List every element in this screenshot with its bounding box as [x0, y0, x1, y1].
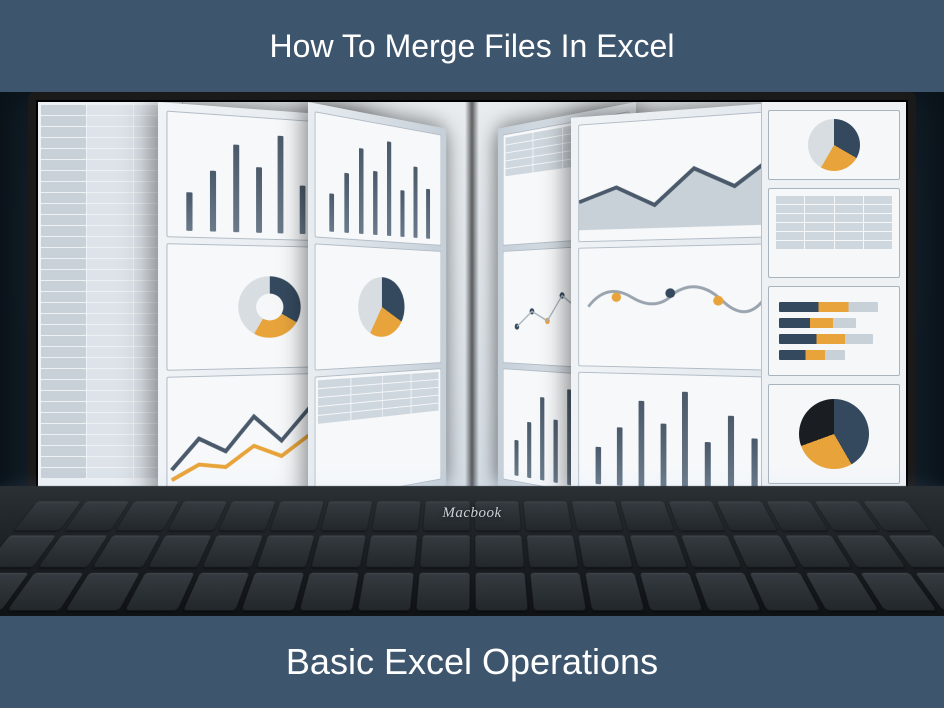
bar-chart-icon: [578, 371, 777, 503]
hero-illustration: Macbook: [0, 92, 944, 616]
stacked-bar-icon: [768, 286, 900, 376]
title-banner-top: How To Merge Files In Excel: [0, 0, 944, 92]
fold-panel-left-inner: [308, 102, 446, 512]
subtitle-text: Basic Excel Operations: [286, 641, 658, 683]
subtitle-banner-bottom: Basic Excel Operations: [0, 616, 944, 708]
area-chart-icon: [578, 111, 777, 243]
pie-chart-icon: [768, 384, 900, 484]
map-chart-icon: [578, 244, 777, 371]
right-spreadsheet-column: [761, 102, 906, 512]
data-grid-icon: [315, 368, 441, 503]
fold-panel-right-outer: [571, 102, 786, 512]
center-fold-seam: [465, 102, 479, 512]
device-logo: Macbook: [442, 505, 501, 522]
data-grid-icon: [768, 188, 900, 278]
pie-chart-icon: [768, 110, 900, 180]
title-text: How To Merge Files In Excel: [270, 28, 675, 65]
pie-chart-icon: [315, 244, 441, 371]
laptop-screen: [28, 92, 916, 522]
spreadsheet-collage: [38, 102, 906, 512]
bar-chart-icon: [315, 111, 441, 246]
